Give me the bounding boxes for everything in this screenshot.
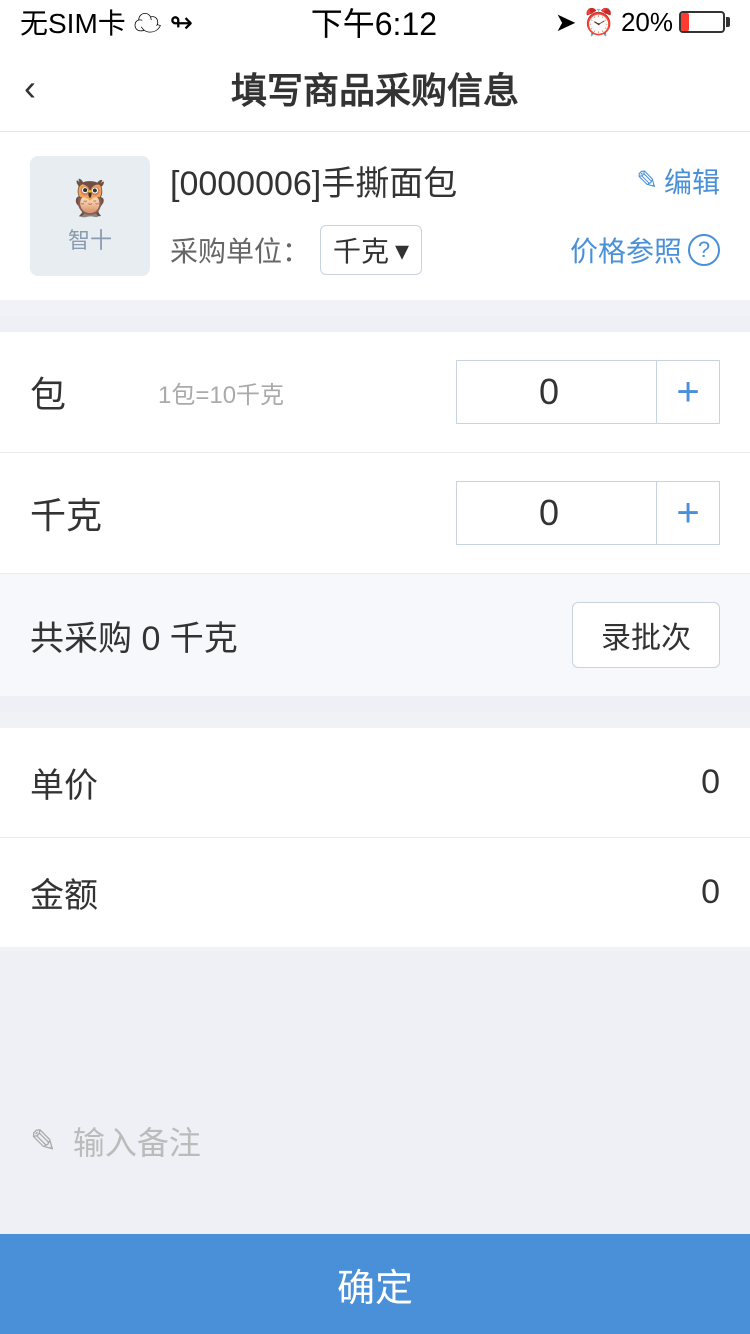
wifi-icon: ↬	[170, 6, 193, 39]
divider-2	[0, 696, 750, 712]
bag-input[interactable]	[456, 360, 656, 424]
kg-input[interactable]	[456, 481, 656, 545]
unit-select[interactable]: 千克 ▾	[320, 225, 422, 275]
product-logo-text: 智十	[68, 223, 112, 255]
kg-input-wrap: +	[150, 481, 720, 545]
unit-price-label: 单价	[30, 758, 98, 807]
nav-bar: ‹ 填写商品采购信息	[0, 44, 750, 132]
summary-row: 共采购 0 千克 录批次	[0, 574, 750, 696]
product-name-row: [0000006]手撕面包 ✎ 编辑	[170, 156, 720, 205]
confirm-button[interactable]: 确定	[0, 1234, 750, 1334]
price-ref-label: 价格参照	[570, 230, 682, 270]
product-name: [0000006]手撕面包	[170, 156, 457, 205]
record-batch-button[interactable]: 录批次	[572, 602, 720, 668]
chevron-down-icon: ▾	[395, 234, 409, 267]
edit-label: 编辑	[664, 161, 720, 201]
location-icon: ➤	[555, 7, 577, 38]
status-time: 下午6:12	[311, 0, 437, 45]
edit-icon: ✎	[636, 165, 658, 196]
no-sim-label: 无SIM卡 ☁	[20, 2, 162, 42]
summary-text: 共采购 0 千克	[30, 611, 238, 660]
product-thumbnail: 🦉 智十	[30, 156, 150, 276]
status-bar: 无SIM卡 ☁ ↬ 下午6:12 ➤ ⏰ 20%	[0, 0, 750, 44]
unit-price-row: 单价 0	[0, 728, 750, 838]
battery-percent: 20%	[621, 7, 673, 38]
status-right: ➤ ⏰ 20%	[555, 7, 730, 38]
price-ref-button[interactable]: 价格参照 ?	[570, 230, 720, 270]
bag-plus-button[interactable]: +	[656, 360, 720, 424]
bag-sublabel: 1包=10千克	[158, 375, 284, 410]
quantity-row-kg: 千克 +	[0, 453, 750, 574]
alarm-icon: ⏰	[583, 7, 615, 38]
status-left: 无SIM卡 ☁ ↬	[20, 2, 193, 42]
product-info: [0000006]手撕面包 ✎ 编辑 采购单位： 千克 ▾ 价格参照 ?	[170, 156, 720, 275]
product-card: 🦉 智十 [0000006]手撕面包 ✎ 编辑 采购单位： 千克 ▾ 价格参照 …	[0, 132, 750, 300]
battery-icon	[679, 11, 730, 33]
quantity-row-bag: 包 1包=10千克 +	[0, 332, 750, 453]
remark-placeholder: 输入备注	[73, 1118, 201, 1164]
quantity-section: 包 1包=10千克 + 千克 +	[0, 332, 750, 574]
page-title: 填写商品采购信息	[231, 62, 519, 114]
price-section: 单价 0 金额 0	[0, 728, 750, 947]
help-icon: ?	[688, 234, 720, 266]
bag-label: 包	[30, 366, 150, 418]
divider-1	[0, 316, 750, 332]
edit-button[interactable]: ✎ 编辑	[636, 161, 720, 201]
unit-price-value: 0	[701, 763, 720, 802]
amount-row: 金额 0	[0, 838, 750, 947]
back-button[interactable]: ‹	[24, 67, 36, 109]
kg-plus-button[interactable]: +	[656, 481, 720, 545]
amount-value: 0	[701, 873, 720, 912]
bag-input-wrap: +	[284, 360, 720, 424]
product-logo: 🦉	[68, 177, 113, 219]
amount-label: 金额	[30, 868, 98, 917]
pencil-icon: ✎	[30, 1122, 57, 1160]
purchase-unit-label: 采购单位：	[170, 230, 310, 270]
kg-label: 千克	[30, 487, 150, 539]
purchase-unit-row: 采购单位： 千克 ▾ 价格参照 ?	[170, 225, 720, 275]
unit-value: 千克	[333, 230, 389, 270]
